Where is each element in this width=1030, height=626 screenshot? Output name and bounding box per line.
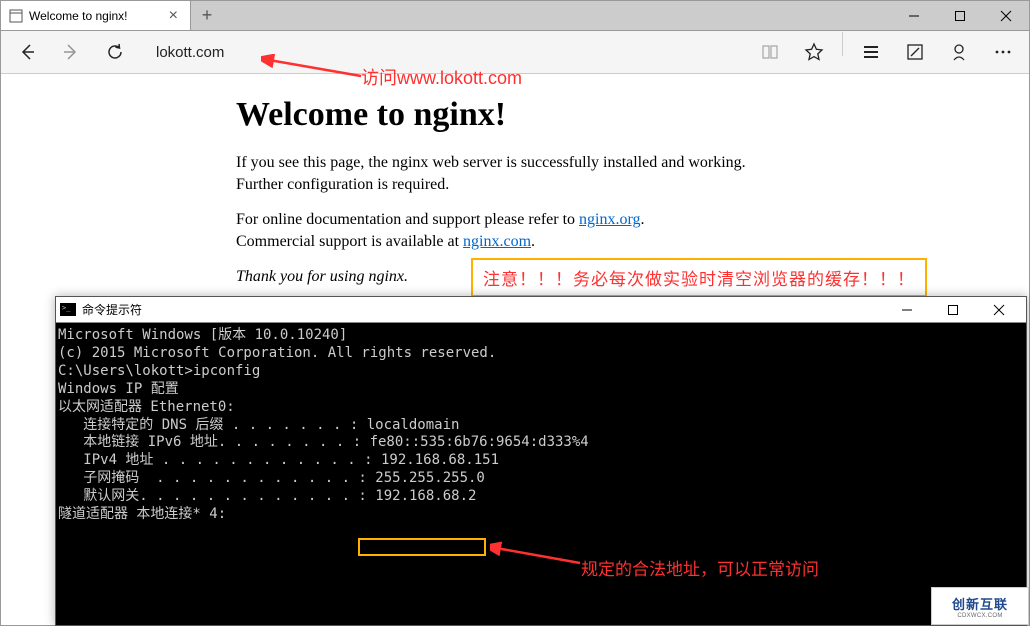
docs-paragraph: For online documentation and support ple… (236, 209, 794, 252)
watermark-logo: 创新互联 CDXWCX.COM (931, 587, 1029, 625)
cmd-line: 以太网适配器 Ethernet0: (58, 399, 1024, 417)
cmd-line: 子网掩码 . . . . . . . . . . . . : 255.255.2… (58, 470, 1024, 488)
cmd-line: IPv4 地址 . . . . . . . . . . . . : 192.16… (58, 452, 1024, 470)
annotation-ip-highlight (358, 538, 486, 556)
annotation-arrow-ip (490, 541, 590, 569)
cmd-line: Windows IP 配置 (58, 381, 1024, 399)
tab-close-button[interactable]: × (165, 7, 182, 25)
favorite-button[interactable] (794, 32, 834, 72)
cmd-title-text: 命令提示符 (82, 301, 142, 318)
back-button[interactable] (7, 32, 47, 72)
reading-view-button[interactable] (750, 32, 790, 72)
cmd-minimize-button[interactable] (884, 297, 930, 323)
cmd-line: C:\Users\lokott>ipconfig (58, 363, 1024, 381)
active-tab[interactable]: Welcome to nginx! × (1, 1, 191, 30)
refresh-button[interactable] (95, 32, 135, 72)
close-button[interactable] (983, 1, 1029, 30)
tab-title: Welcome to nginx! (29, 9, 159, 23)
cmd-line: (c) 2015 Microsoft Corporation. All righ… (58, 345, 1024, 363)
cmd-titlebar[interactable]: 命令提示符 (56, 297, 1026, 323)
nginx-com-link[interactable]: nginx.com (463, 233, 531, 250)
annotation-legal-ip-text: 规定的合法地址，可以正常访问 (581, 555, 819, 580)
hub-button[interactable] (851, 32, 891, 72)
cmd-window: 命令提示符 Microsoft Windows [版本 10.0.10240](… (55, 296, 1027, 626)
webnote-button[interactable] (895, 32, 935, 72)
cmd-icon (60, 303, 76, 316)
page-heading: Welcome to nginx! (236, 96, 794, 134)
maximize-button[interactable] (937, 1, 983, 30)
cmd-close-button[interactable] (976, 297, 1022, 323)
cmd-line: 隧道适配器 本地连接* 4: (58, 506, 1024, 524)
new-tab-button[interactable]: + (191, 1, 223, 30)
minimize-button[interactable] (891, 1, 937, 30)
forward-button[interactable] (51, 32, 91, 72)
address-bar[interactable] (145, 37, 740, 68)
watermark-text-small: CDXWCX.COM (957, 613, 1002, 619)
annotation-cache-warning: 注意！！！务必每次做实验时清空浏览器的缓存！！！ (471, 258, 927, 297)
more-button[interactable] (983, 32, 1023, 72)
watermark-text-big: 创新互联 (952, 594, 1008, 613)
nginx-org-link[interactable]: nginx.org (579, 211, 640, 228)
page-icon (9, 9, 23, 23)
annotation-visit-text: 访问www.lokott.com (361, 64, 522, 90)
cmd-line: 连接特定的 DNS 后缀 . . . . . . . : localdomain (58, 417, 1024, 435)
cmd-maximize-button[interactable] (930, 297, 976, 323)
toolbar-divider (842, 32, 843, 56)
cmd-output: Microsoft Windows [版本 10.0.10240](c) 201… (56, 323, 1026, 528)
cmd-line: 本地链接 IPv6 地址. . . . . . . . : fe80::535:… (58, 434, 1024, 452)
tab-bar: Welcome to nginx! × + (1, 1, 1029, 31)
cmd-line: 默认网关. . . . . . . . . . . . . : 192.168.… (58, 488, 1024, 506)
intro-paragraph: If you see this page, the nginx web serv… (236, 152, 794, 195)
window-controls (891, 1, 1029, 30)
cmd-line: Microsoft Windows [版本 10.0.10240] (58, 327, 1024, 345)
share-button[interactable] (939, 32, 979, 72)
